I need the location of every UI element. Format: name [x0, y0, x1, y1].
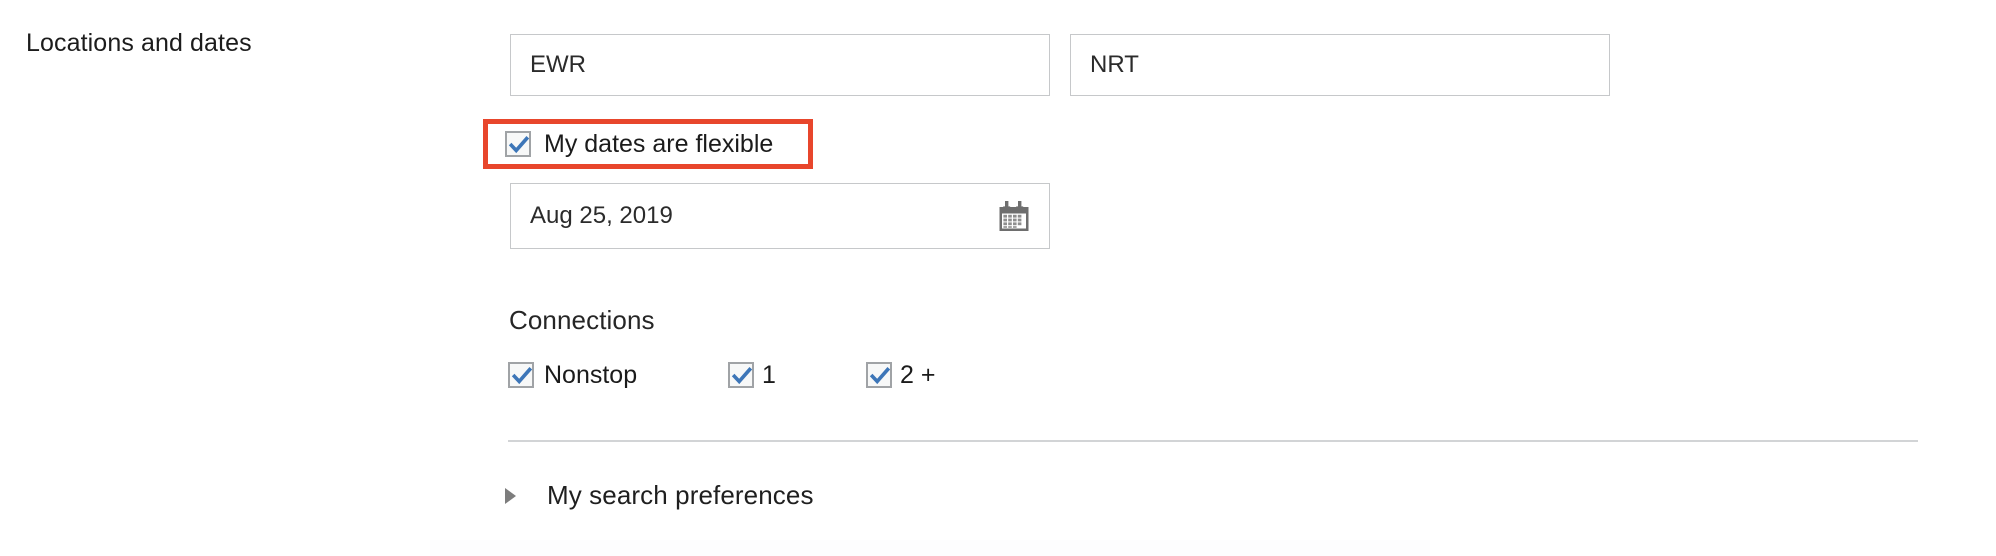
nonstop-label: Nonstop — [544, 361, 638, 389]
calendar-icon — [999, 201, 1029, 231]
destination-airport-input[interactable] — [1070, 34, 1610, 96]
two-plus-stops-label: 2 + — [900, 361, 936, 389]
flexible-dates-checkbox-row[interactable]: My dates are flexible — [505, 131, 773, 157]
checkmark-icon — [731, 367, 753, 385]
connections-option-one[interactable]: 1 — [728, 362, 776, 388]
origin-airport-input[interactable] — [510, 34, 1050, 96]
section-label-locations-and-dates: Locations and dates — [26, 29, 252, 57]
search-preferences-disclosure[interactable]: My search preferences — [505, 480, 814, 510]
connections-option-two-plus[interactable]: 2 + — [866, 362, 935, 388]
bottom-edge-wash — [430, 540, 1430, 556]
one-stop-checkbox[interactable] — [728, 362, 754, 388]
departure-date-field[interactable] — [510, 183, 1050, 249]
checkmark-icon — [508, 136, 530, 154]
section-divider — [508, 440, 1918, 442]
connections-heading: Connections — [509, 305, 655, 335]
flexible-dates-label: My dates are flexible — [544, 130, 774, 158]
connections-option-nonstop[interactable]: Nonstop — [508, 362, 637, 388]
calendar-picker-button[interactable] — [997, 201, 1031, 233]
checkmark-icon — [869, 367, 891, 385]
two-plus-stops-checkbox[interactable] — [866, 362, 892, 388]
checkmark-icon — [511, 367, 533, 385]
nonstop-checkbox[interactable] — [508, 362, 534, 388]
search-preferences-label: My search preferences — [547, 480, 814, 510]
flexible-dates-checkbox[interactable] — [505, 131, 531, 157]
departure-date-input[interactable] — [511, 184, 981, 248]
triangle-right-icon — [505, 488, 516, 504]
one-stop-label: 1 — [762, 361, 776, 389]
search-form-panel: Locations and dates My dates are flexibl… — [0, 0, 1996, 556]
